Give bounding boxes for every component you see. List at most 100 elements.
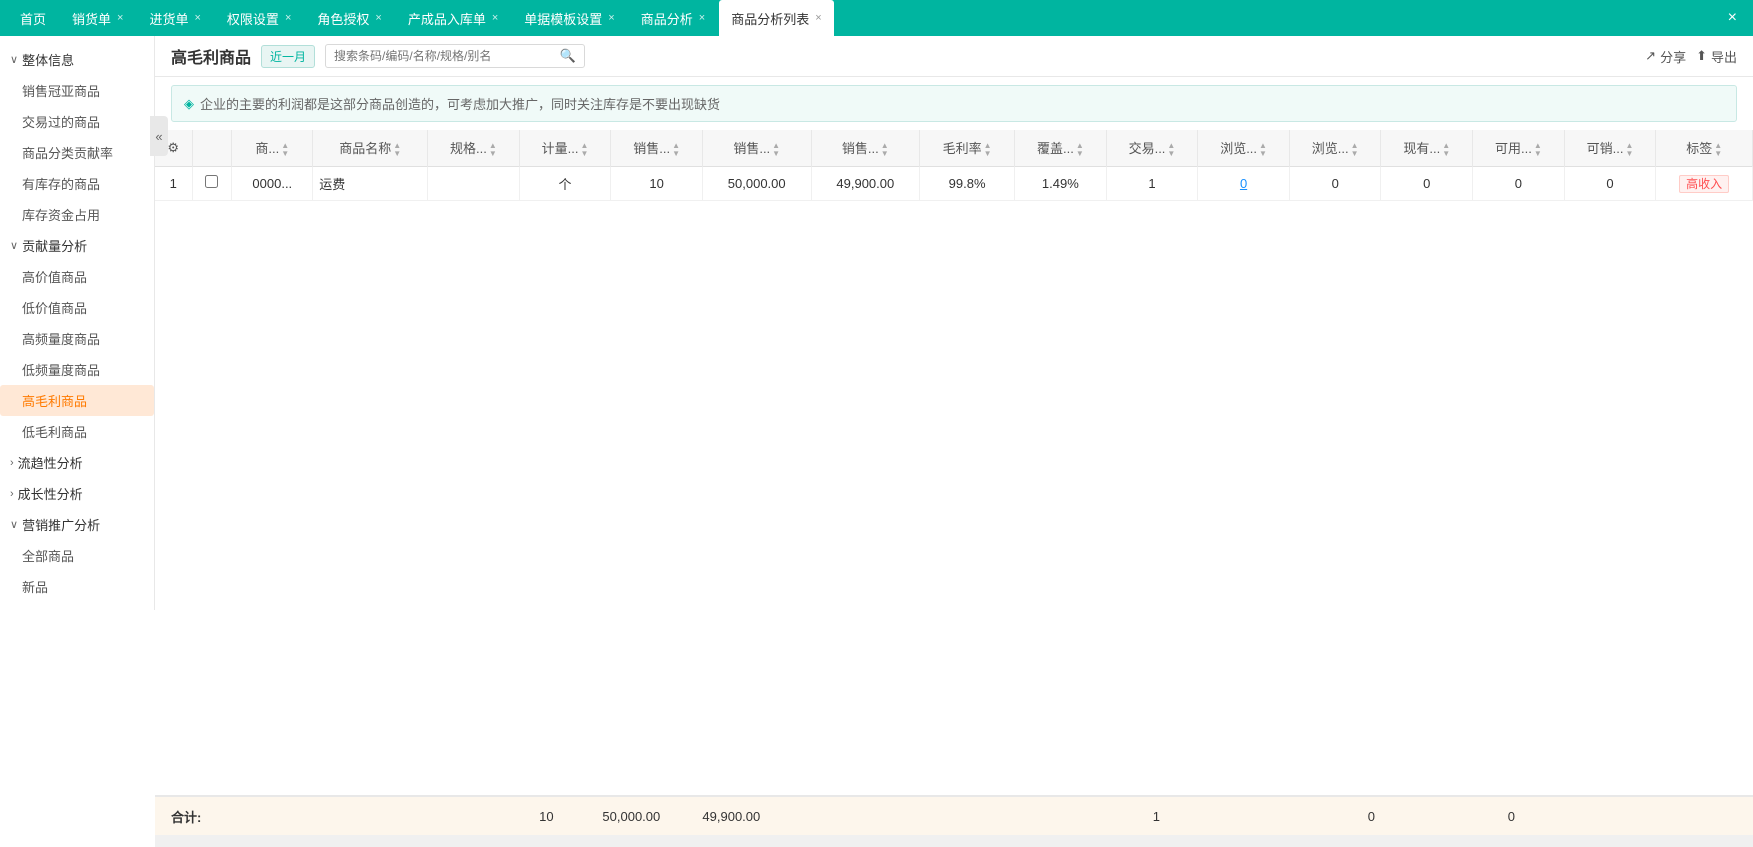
group-arrow-icon: ∨ <box>10 53 18 66</box>
col-header-spec[interactable]: 规格...▲▼ <box>428 130 520 166</box>
sidebar-item-label: 销售冠亚商品 <box>22 84 100 99</box>
row-browse1[interactable]: 0 <box>1198 166 1290 200</box>
row-tag: 高收入 <box>1656 166 1753 200</box>
sidebar-group-trend[interactable]: ›流趋性分析 <box>0 447 154 478</box>
nav-tab-close[interactable]: × <box>608 12 614 24</box>
search-input[interactable] <box>334 49 554 63</box>
sidebar-group-overall[interactable]: ∨整体信息 <box>0 44 154 75</box>
row-select-checkbox[interactable] <box>205 175 218 188</box>
search-icon[interactable]: 🔍 <box>560 48 576 64</box>
footer-value: 10 <box>516 809 576 824</box>
sidebar-item-sales-ranking[interactable]: 销售冠亚商品 <box>0 75 154 106</box>
share-icon: ↗ <box>1645 48 1656 64</box>
sidebar-collapse-button[interactable]: « <box>150 116 168 156</box>
nav-tab-product-analysis[interactable]: 商品分析× <box>629 0 717 36</box>
nav-tab-purchase[interactable]: 进货单 × <box>137 0 212 36</box>
page-title: 高毛利商品 <box>171 44 251 68</box>
sidebar-item-product-contribution[interactable]: 商品分类贡献率 <box>0 137 154 168</box>
sidebar-item-low-freq[interactable]: 低频量度商品 <box>0 354 154 385</box>
sidebar-item-high-value[interactable]: 高价值商品 <box>0 261 154 292</box>
sidebar-item-traded-products[interactable]: 交易过的商品 <box>0 106 154 137</box>
row-code: 0000... <box>232 166 313 200</box>
sidebar-item-label: 交易过的商品 <box>22 115 100 130</box>
nav-tab-close[interactable]: × <box>194 12 200 24</box>
col-header-tag[interactable]: 标签▲▼ <box>1656 130 1753 166</box>
col-header-coverage[interactable]: 覆盖...▲▼ <box>1015 130 1107 166</box>
sidebar-item-low-value[interactable]: 低价值商品 <box>0 292 154 323</box>
col-header-margin_rate[interactable]: 毛利率▲▼ <box>920 130 1015 166</box>
share-button[interactable]: ↗ 分享 <box>1645 47 1686 66</box>
col-header-browse2[interactable]: 浏览...▲▼ <box>1289 130 1381 166</box>
sidebar-item-label: 有库存的商品 <box>22 177 100 192</box>
sidebar-item-high-freq[interactable]: 高频量度商品 <box>0 323 154 354</box>
footer-value: 0 <box>1341 809 1401 824</box>
sidebar-item-label: 低价值商品 <box>22 301 87 316</box>
sort-icon-available_stock: ▲▼ <box>1534 142 1542 158</box>
tag-badge: 高收入 <box>1679 175 1729 193</box>
col-header-checkbox <box>192 130 232 166</box>
nav-tab-label: 进货单 <box>149 9 188 28</box>
sort-icon-sales_amount: ▲▼ <box>772 142 780 158</box>
sidebar-item-all-products[interactable]: 全部商品 <box>0 540 154 571</box>
sidebar-group-marketing[interactable]: ∨营销推广分析 <box>0 509 154 540</box>
col-header-browse1[interactable]: 浏览...▲▼ <box>1198 130 1290 166</box>
row-coverage: 1.49% <box>1015 166 1107 200</box>
nav-tab-close[interactable]: × <box>285 12 291 24</box>
footer-total: 合计: 1050,000.0049,900.00100 <box>155 795 1753 835</box>
nav-tab-close[interactable]: × <box>375 12 381 24</box>
col-header-transactions[interactable]: 交易...▲▼ <box>1106 130 1198 166</box>
close-all-button[interactable]: × <box>1720 9 1745 27</box>
sidebar-item-low-margin[interactable]: 低毛利商品 <box>0 416 154 447</box>
col-header-unit[interactable]: 计量...▲▼ <box>519 130 611 166</box>
row-index: 1 <box>155 166 192 200</box>
col-header-name[interactable]: 商品名称▲▼ <box>313 130 428 166</box>
horizontal-scrollbar[interactable] <box>155 835 1753 847</box>
sidebar-item-inventoried-products[interactable]: 有库存的商品 <box>0 168 154 199</box>
sort-icon-sales_profit: ▲▼ <box>881 142 889 158</box>
nav-tab-product-storage[interactable]: 产成品入库单× <box>396 0 510 36</box>
row-transactions: 1 <box>1106 166 1198 200</box>
sidebar-group-growth[interactable]: ›成长性分析 <box>0 478 154 509</box>
content-header: 高毛利商品 近一月 🔍 ↗ 分享 ⬆ 导出 <box>155 36 1753 77</box>
nav-tab-label: 权限设置 <box>227 9 279 28</box>
sidebar-item-label: 库存资金占用 <box>22 208 100 223</box>
col-header-sales_qty[interactable]: 销售...▲▼ <box>611 130 703 166</box>
col-header-sales_profit[interactable]: 销售...▲▼ <box>811 130 920 166</box>
footer-value: 50,000.00 <box>586 809 676 824</box>
sidebar-item-label: 高毛利商品 <box>22 394 87 409</box>
nav-tab-permission-settings[interactable]: 权限设置 × <box>215 0 303 36</box>
sort-icon-spec: ▲▼ <box>489 142 497 158</box>
sidebar-item-high-margin[interactable]: 高毛利商品 <box>0 385 154 416</box>
col-header-available_stock[interactable]: 可用...▲▼ <box>1473 130 1565 166</box>
sidebar-item-label: 低毛利商品 <box>22 425 87 440</box>
period-button[interactable]: 近一月 <box>261 45 315 68</box>
row-margin-rate: 99.8% <box>920 166 1015 200</box>
nav-tab-close[interactable]: × <box>815 12 821 24</box>
col-header-code[interactable]: 商...▲▼ <box>232 130 313 166</box>
footer-value: 49,900.00 <box>686 809 776 824</box>
nav-tab-home[interactable]: 首页 <box>8 0 58 36</box>
col-header-saleable_stock[interactable]: 可销...▲▼ <box>1564 130 1656 166</box>
sidebar: ∨整体信息销售冠亚商品交易过的商品商品分类贡献率有库存的商品库存资金占用 ∨贡献量… <box>0 36 155 610</box>
nav-tab-close[interactable]: × <box>699 12 705 24</box>
nav-tab-sales[interactable]: 销货单× <box>60 0 135 36</box>
sidebar-item-new-products[interactable]: 新品 <box>0 571 154 602</box>
sort-icon-name: ▲▼ <box>393 142 401 158</box>
sidebar-item-label: 低频量度商品 <box>22 363 100 378</box>
export-button[interactable]: ⬆ 导出 <box>1696 47 1737 66</box>
row-sales-amount: 50,000.00 <box>702 166 811 200</box>
sidebar-group-financial[interactable]: ∨贡献量分析 <box>0 230 154 261</box>
nav-tab-role-permission[interactable]: 角色授权× <box>305 0 393 36</box>
col-header-sales_amount[interactable]: 销售...▲▼ <box>702 130 811 166</box>
info-banner: ◈ 企业的主要的利润都是这部分商品创造的，可考虑加大推广，同时关注库存是不要出现… <box>171 85 1737 122</box>
sort-icon-margin_rate: ▲▼ <box>984 142 992 158</box>
sort-icon-browse1: ▲▼ <box>1259 142 1267 158</box>
nav-tab-close[interactable]: × <box>117 12 123 24</box>
nav-tab-close[interactable]: × <box>492 12 498 24</box>
nav-tab-product-analysis-list[interactable]: 商品分析列表× <box>719 0 833 36</box>
export-icon: ⬆ <box>1696 48 1707 64</box>
row-checkbox[interactable] <box>192 166 232 200</box>
col-header-current_stock[interactable]: 现有...▲▼ <box>1381 130 1473 166</box>
nav-tab-template-settings[interactable]: 单据模板设置× <box>512 0 626 36</box>
sidebar-item-inventory-capital[interactable]: 库存资金占用 <box>0 199 154 230</box>
